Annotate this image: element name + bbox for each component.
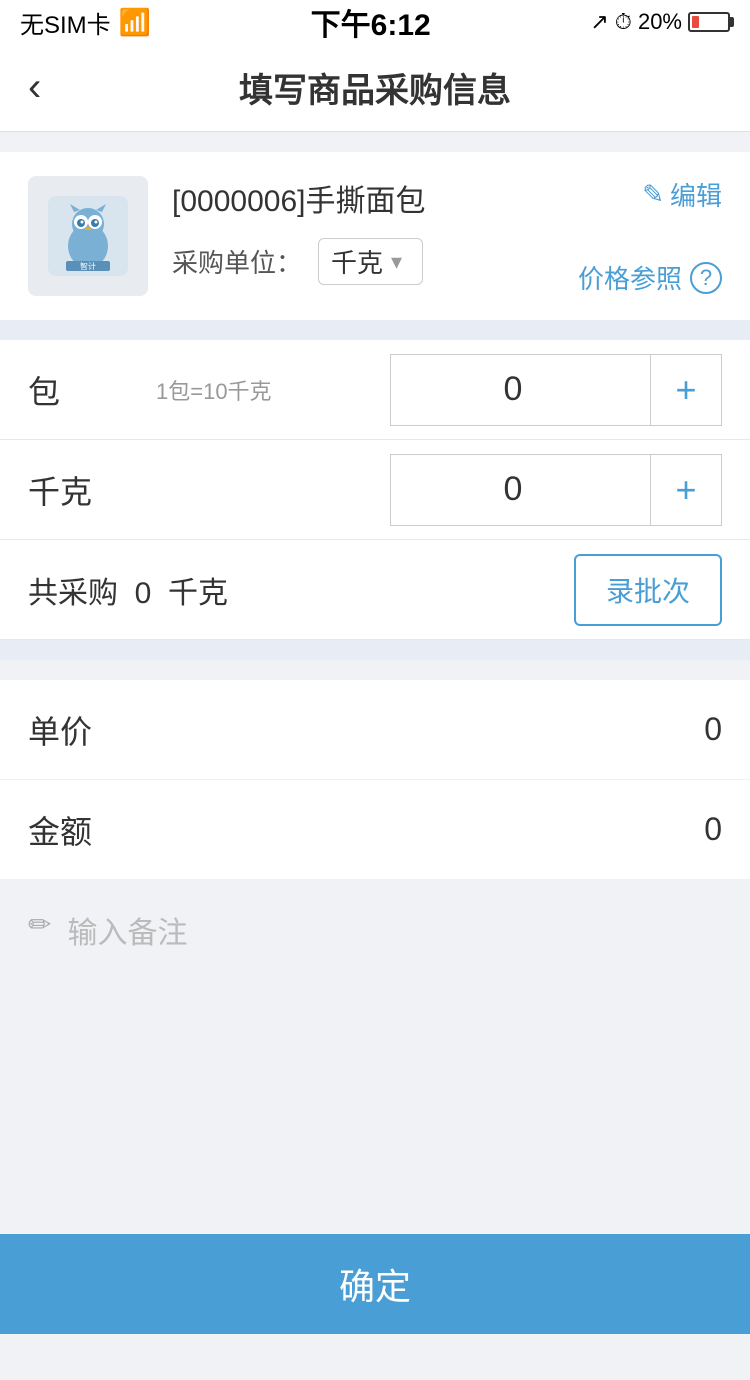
amount-row: 金额 0 bbox=[0, 780, 750, 880]
help-icon: ? bbox=[690, 262, 722, 294]
bag-sub-label: 1包=10千克 bbox=[156, 374, 272, 406]
record-batch-button[interactable]: 录批次 bbox=[574, 554, 722, 626]
unit-label-text: 采购单位： bbox=[172, 243, 302, 280]
kg-input-row: 千克 + bbox=[0, 440, 750, 540]
svg-text:智计: 智计 bbox=[80, 261, 96, 271]
product-logo: 智计 bbox=[48, 196, 128, 276]
edit-icon: ✎ bbox=[642, 179, 664, 210]
summary-row: 共采购 0 千克 录批次 bbox=[0, 540, 750, 640]
edit-button[interactable]: ✎ 编辑 bbox=[642, 176, 722, 213]
summary-amount: 0 bbox=[135, 577, 152, 610]
bag-quantity-input[interactable] bbox=[390, 354, 650, 426]
kg-label: 千克 bbox=[28, 467, 148, 513]
kg-plus-button[interactable]: + bbox=[650, 454, 722, 526]
status-right: ↗ ⏱ 20% bbox=[590, 9, 730, 35]
nav-bar: ‹ 填写商品采购信息 bbox=[0, 44, 750, 132]
bag-label: 包 bbox=[28, 367, 148, 413]
unit-price-label: 单价 bbox=[28, 707, 92, 753]
product-name: [0000006]手撕面包 bbox=[172, 176, 722, 220]
bag-input-row: 包 1包=10千克 + bbox=[0, 340, 750, 440]
bag-input-control: + bbox=[390, 354, 722, 426]
owl-icon: 智计 bbox=[48, 196, 128, 276]
amount-value: 0 bbox=[704, 811, 722, 848]
unit-price-row: 单价 0 bbox=[0, 680, 750, 780]
info-section: 单价 0 金额 0 bbox=[0, 680, 750, 880]
time-display: 下午6:12 bbox=[311, 0, 431, 44]
edit-label: 编辑 bbox=[670, 176, 722, 213]
wifi-icon: 📶 bbox=[119, 7, 151, 38]
note-placeholder: 输入备注 bbox=[67, 908, 187, 952]
status-left: 无SIM卡 📶 bbox=[20, 5, 151, 40]
dropdown-arrow-icon: ▾ bbox=[391, 249, 402, 275]
back-button[interactable]: ‹ bbox=[28, 65, 41, 110]
unit-price-value: 0 bbox=[704, 711, 722, 748]
product-card: 智计 [0000006]手撕面包 采购单位： 千克 ▾ ✎ 编辑 价格参照 ? bbox=[0, 152, 750, 320]
summary-text: 共采购 0 千克 bbox=[28, 568, 228, 612]
location-icon: ↗ bbox=[590, 9, 608, 35]
section-divider-1 bbox=[0, 320, 750, 340]
bag-plus-button[interactable]: + bbox=[650, 354, 722, 426]
page-title: 填写商品采购信息 bbox=[239, 63, 511, 112]
product-image: 智计 bbox=[28, 176, 148, 296]
section-divider-2 bbox=[0, 640, 750, 660]
price-reference-button[interactable]: 价格参照 ? bbox=[578, 259, 722, 296]
confirm-label: 确定 bbox=[339, 1258, 411, 1310]
confirm-button[interactable]: 确定 bbox=[0, 1234, 750, 1334]
input-section: 包 1包=10千克 + 千克 + bbox=[0, 340, 750, 540]
kg-input-control: + bbox=[390, 454, 722, 526]
unit-select-button[interactable]: 千克 ▾ bbox=[318, 238, 423, 285]
carrier-text: 无SIM卡 bbox=[20, 5, 111, 40]
pencil-icon: ✏ bbox=[28, 908, 51, 941]
alarm-icon: ⏱ bbox=[615, 9, 632, 35]
kg-quantity-input[interactable] bbox=[390, 454, 650, 526]
note-area[interactable]: ✏ 输入备注 bbox=[0, 880, 750, 980]
status-bar: 无SIM卡 📶 下午6:12 ↗ ⏱ 20% bbox=[0, 0, 750, 44]
unit-value: 千克 bbox=[331, 243, 383, 280]
battery-percent: 20% bbox=[638, 9, 682, 35]
price-ref-label: 价格参照 bbox=[578, 259, 682, 296]
battery-icon bbox=[688, 12, 730, 32]
amount-label: 金额 bbox=[28, 807, 92, 853]
